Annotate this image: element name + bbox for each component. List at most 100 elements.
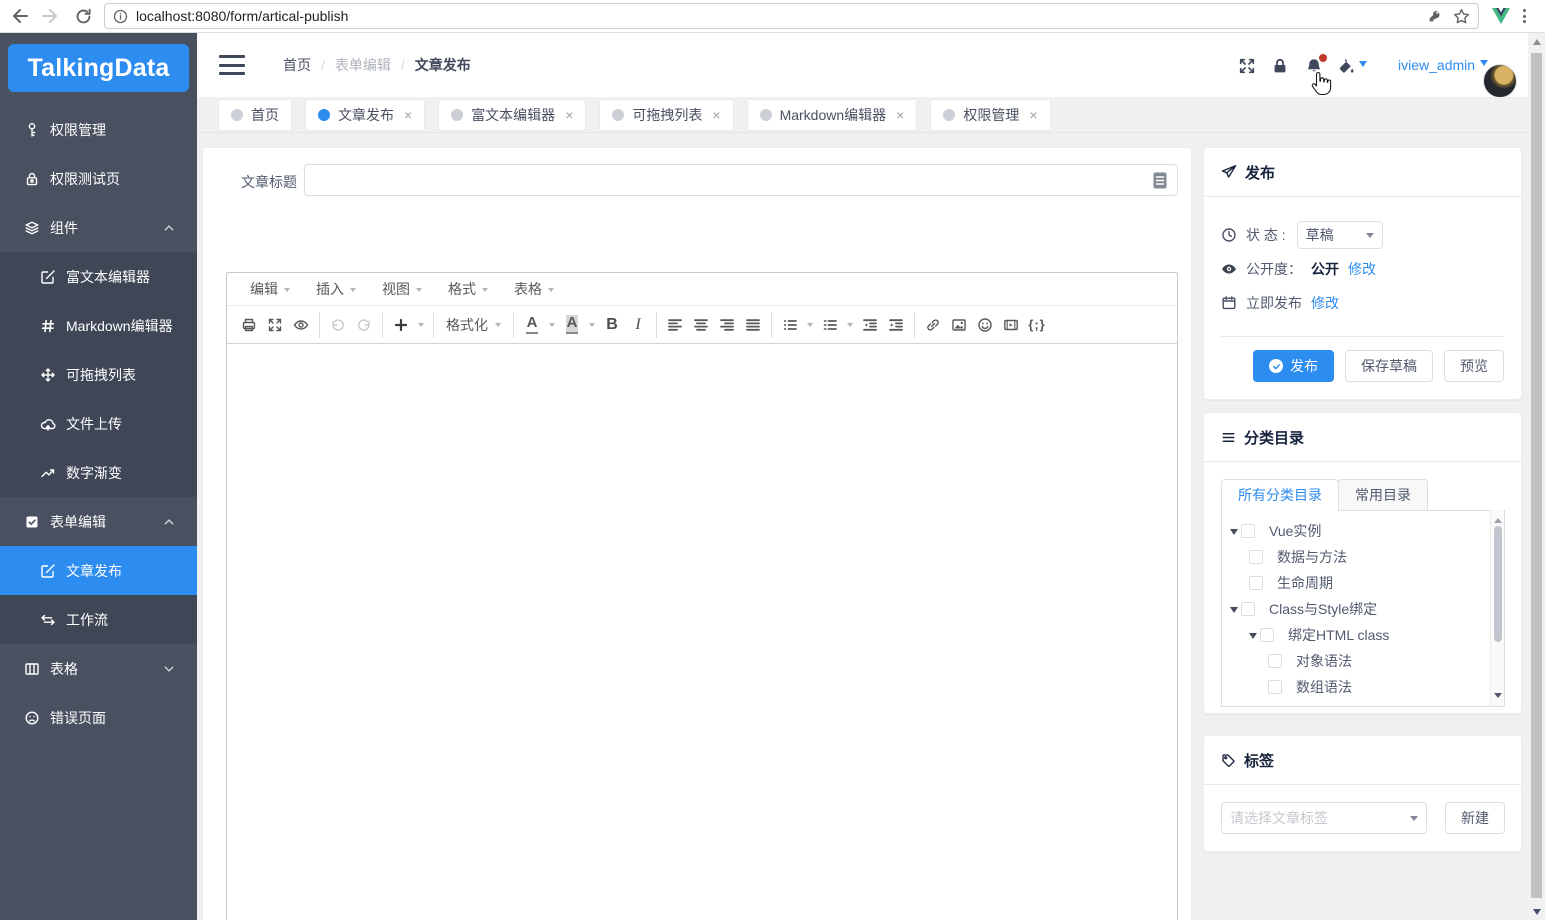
sidebar-item-form-edit[interactable]: 表单编辑 — [0, 497, 197, 546]
code-sample-button[interactable]: {;} — [1024, 312, 1050, 338]
close-icon[interactable]: × — [712, 108, 720, 122]
tree-checkbox[interactable] — [1249, 550, 1263, 564]
insert-image-button[interactable] — [946, 312, 972, 338]
background-color-button[interactable]: A — [559, 312, 585, 338]
print-button[interactable] — [236, 312, 262, 338]
breadcrumb-home[interactable]: 首页 — [283, 55, 311, 75]
status-select[interactable]: 草稿 — [1296, 221, 1383, 249]
user-menu[interactable]: iview_admin — [1398, 57, 1489, 73]
editor-menu-format[interactable]: 格式 — [435, 273, 501, 305]
tree-item[interactable]: 数组语法 — [1222, 674, 1490, 700]
browser-forward-button[interactable] — [38, 3, 64, 29]
editor-menu-view[interactable]: 视图 — [369, 273, 435, 305]
tags-select[interactable]: 请选择文章标签 — [1221, 802, 1427, 834]
sidebar-item-permission-test[interactable]: 权限测试页 — [0, 154, 197, 203]
visibility-edit-link[interactable]: 修改 — [1348, 259, 1376, 279]
address-bar[interactable]: localhost:8080/form/artical-publish — [104, 3, 1479, 29]
tab-draggable-list[interactable]: 可拖拽列表 × — [599, 98, 734, 131]
indent-button[interactable] — [883, 312, 909, 338]
align-center-button[interactable] — [688, 312, 714, 338]
tab-permission[interactable]: 权限管理 × — [930, 98, 1051, 131]
tree-item[interactable]: 对象语法 — [1222, 648, 1490, 674]
app-logo[interactable]: TalkingData — [8, 44, 189, 92]
insert-plus-caret[interactable] — [414, 312, 428, 338]
font-color-caret[interactable] — [545, 312, 559, 338]
breadcrumb-section[interactable]: 表单编辑 — [335, 55, 391, 75]
fullscreen-button[interactable] — [262, 312, 288, 338]
avatar[interactable] — [1483, 64, 1517, 98]
password-key-icon[interactable] — [1428, 9, 1443, 24]
scroll-up-arrow[interactable] — [1494, 514, 1502, 523]
bullet-list-caret[interactable] — [803, 312, 817, 338]
input-notes-icon[interactable] — [1153, 172, 1167, 189]
tree-item[interactable]: 生命周期 — [1222, 570, 1490, 596]
publish-button[interactable]: 发布 — [1253, 350, 1334, 382]
outdent-button[interactable] — [857, 312, 883, 338]
tab-article-publish[interactable]: 文章发布 × — [305, 98, 426, 131]
tree-item[interactable]: 绑定HTML class — [1222, 622, 1490, 648]
tab-markdown-editor[interactable]: Markdown编辑器 × — [746, 98, 918, 131]
insert-video-button[interactable] — [998, 312, 1024, 338]
editor-menu-insert[interactable]: 插入 — [303, 273, 369, 305]
save-draft-button[interactable]: 保存草稿 — [1345, 350, 1433, 382]
close-icon[interactable]: × — [404, 108, 412, 122]
numbered-list-button[interactable] — [817, 312, 843, 338]
sidebar-item-file-upload[interactable]: 文件上传 — [0, 399, 197, 448]
insert-plus-button[interactable] — [388, 312, 414, 338]
collapse-menu-button[interactable] — [219, 55, 245, 75]
undo-button[interactable] — [325, 312, 351, 338]
tree-checkbox[interactable] — [1260, 628, 1274, 642]
tree-item[interactable]: Class与Style绑定 — [1222, 596, 1490, 622]
tree-item[interactable]: 数据与方法 — [1222, 544, 1490, 570]
scrollbar-thumb[interactable] — [1494, 526, 1502, 642]
tree-caret-icon[interactable] — [1249, 632, 1257, 643]
sidebar-item-components[interactable]: 组件 — [0, 203, 197, 252]
tree-caret-icon[interactable] — [1230, 606, 1238, 617]
sidebar-item-error-pages[interactable]: 错误页面 — [0, 693, 197, 742]
scrollbar-thumb[interactable] — [1531, 53, 1542, 898]
sidebar-item-draggable-list[interactable]: 可拖拽列表 — [0, 350, 197, 399]
tree-checkbox[interactable] — [1241, 602, 1255, 616]
tab-richtext-editor[interactable]: 富文本编辑器 × — [438, 98, 587, 131]
tree-checkbox[interactable] — [1249, 576, 1263, 590]
sidebar-item-article-publish[interactable]: 文章发布 — [0, 546, 197, 595]
align-justify-button[interactable] — [740, 312, 766, 338]
browser-scrollbar[interactable] — [1528, 33, 1545, 920]
scroll-down-arrow[interactable] — [1528, 903, 1545, 920]
fullscreen-button[interactable] — [1238, 57, 1256, 75]
tree-item[interactable]: Vue实例 — [1222, 518, 1490, 544]
insert-emoji-button[interactable] — [972, 312, 998, 338]
editor-menu-edit[interactable]: 编辑 — [237, 273, 303, 305]
preview-button[interactable]: 预览 — [1444, 350, 1504, 382]
tab-common-categories[interactable]: 常用目录 — [1338, 479, 1428, 511]
background-color-caret[interactable] — [585, 312, 599, 338]
vue-devtools-icon[interactable] — [1491, 7, 1511, 25]
new-tag-button[interactable]: 新建 — [1445, 802, 1505, 834]
sidebar-item-markdown-editor[interactable]: Markdown编辑器 — [0, 301, 197, 350]
insert-link-button[interactable] — [920, 312, 946, 338]
font-color-button[interactable]: A — [519, 312, 545, 338]
browser-back-button[interactable] — [6, 3, 32, 29]
bullet-list-button[interactable] — [777, 312, 803, 338]
align-right-button[interactable] — [714, 312, 740, 338]
sidebar-item-table[interactable]: 表格 — [0, 644, 197, 693]
tree-checkbox[interactable] — [1241, 524, 1255, 538]
tree-scrollbar[interactable] — [1490, 510, 1504, 706]
close-icon[interactable]: × — [896, 108, 904, 122]
tab-home[interactable]: 首页 — [218, 98, 292, 131]
tree-checkbox[interactable] — [1268, 654, 1282, 668]
theme-switch-button[interactable] — [1337, 57, 1367, 75]
preview-button[interactable] — [288, 312, 314, 338]
tree-checkbox[interactable] — [1268, 680, 1282, 694]
schedule-edit-link[interactable]: 修改 — [1311, 293, 1339, 313]
bold-button[interactable]: B — [599, 312, 625, 338]
browser-reload-button[interactable] — [70, 3, 96, 29]
tree-caret-icon[interactable] — [1230, 528, 1238, 539]
scroll-down-arrow[interactable] — [1494, 693, 1502, 702]
page-info-icon[interactable] — [113, 9, 128, 24]
italic-button[interactable]: I — [625, 312, 651, 338]
align-left-button[interactable] — [662, 312, 688, 338]
close-icon[interactable]: × — [565, 108, 573, 122]
tab-all-categories[interactable]: 所有分类目录 — [1221, 479, 1339, 511]
article-title-input[interactable] — [304, 164, 1178, 196]
